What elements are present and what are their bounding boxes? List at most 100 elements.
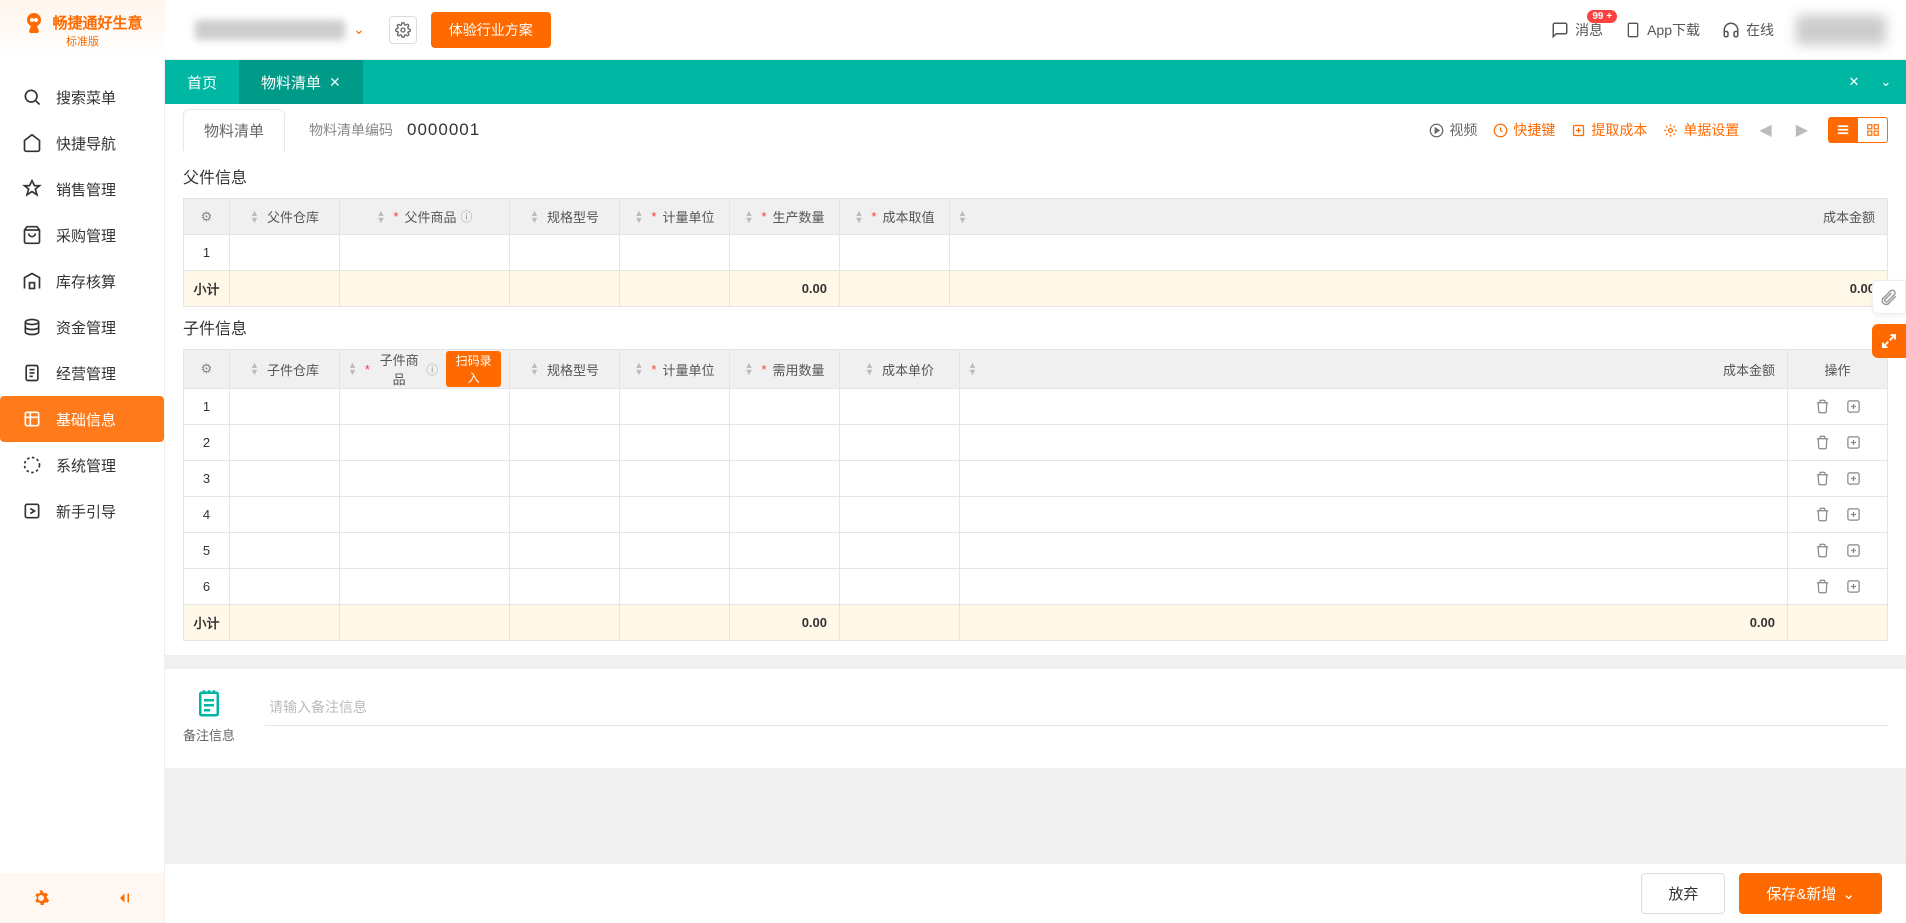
trial-button[interactable]: 体验行业方案 (431, 12, 551, 48)
sidebar-label: 快捷导航 (56, 133, 116, 154)
th-cost-amount[interactable]: ▲▼成本金额 (960, 350, 1788, 389)
video-link[interactable]: 视频 (1429, 120, 1477, 140)
bom-code-label: 物料清单编码 (309, 120, 393, 140)
close-icon[interactable]: ✕ (329, 74, 341, 91)
child-row[interactable]: 4 (184, 497, 1888, 533)
extract-cost-link[interactable]: 提取成本 (1571, 120, 1647, 140)
sidebar-item-sales[interactable]: 销售管理 (0, 166, 164, 212)
bom-code-value: 0000001 (407, 120, 480, 140)
th-unit-cost[interactable]: ▲▼成本单价 (840, 350, 960, 389)
save-add-button[interactable]: 保存&新增 ⌄ (1739, 873, 1882, 914)
th-cost-basis[interactable]: ▲▼*成本取值 (840, 199, 950, 235)
th-child-warehouse[interactable]: ▲▼子件仓库 (230, 350, 340, 389)
child-row[interactable]: 5 (184, 533, 1888, 569)
th-parent-product[interactable]: ▲▼*父件商品ⓘ (340, 199, 510, 235)
delete-row-icon[interactable] (1815, 507, 1830, 522)
page-footer: 放弃 保存&新增 ⌄ (165, 863, 1906, 923)
th-unit[interactable]: ▲▼*计量单位 (620, 350, 730, 389)
user-avatar-blurred[interactable] (1796, 15, 1886, 45)
th-child-product[interactable]: ▲▼*子件商品ⓘ扫码录入 (340, 350, 510, 389)
child-subtotal-qty: 0.00 (730, 605, 840, 641)
brand-sub: 标准版 (66, 33, 99, 49)
add-row-icon[interactable] (1846, 399, 1861, 414)
fullscreen-button[interactable] (1872, 324, 1906, 358)
child-row[interactable]: 2 (184, 425, 1888, 461)
brand-logo[interactable]: 畅捷通好生意 标准版 (0, 0, 165, 60)
org-selector[interactable]: ⌄ (195, 20, 375, 40)
sidebar-item-quicknav[interactable]: 快捷导航 (0, 120, 164, 166)
th-qty[interactable]: ▲▼*生产数量 (730, 199, 840, 235)
sidebar-item-search[interactable]: 搜索菜单 (0, 74, 164, 120)
th-gear[interactable]: ⚙ (184, 199, 230, 235)
sidebar-item-base-data[interactable]: 基础信息 (0, 396, 164, 442)
tab-dropdown-button[interactable]: ⌄ (1872, 68, 1900, 96)
system-icon (22, 455, 42, 475)
parent-row[interactable]: 1 (184, 235, 1888, 271)
view-list-button[interactable] (1828, 117, 1858, 143)
sidebar-item-business[interactable]: 经营管理 (0, 350, 164, 396)
note-icon (194, 689, 224, 719)
tab-close-all-button[interactable]: ✕ (1840, 68, 1868, 96)
tab-home[interactable]: 首页 (165, 60, 239, 104)
section-parent-heading: 父件信息 (183, 156, 1888, 198)
sidebar-item-guide[interactable]: 新手引导 (0, 488, 164, 534)
doc-settings-link[interactable]: 单据设置 (1663, 120, 1739, 140)
sidebar-label: 库存核算 (56, 271, 116, 292)
discard-button[interactable]: 放弃 (1641, 873, 1725, 914)
delete-row-icon[interactable] (1815, 435, 1830, 450)
bag-icon (22, 225, 42, 245)
support-link[interactable]: 在线 (1722, 20, 1774, 40)
row-num: 4 (184, 497, 230, 533)
header-center: ⌄ 体验行业方案 (165, 12, 1551, 48)
app-download-link[interactable]: App下载 (1625, 20, 1700, 40)
child-row[interactable]: 6 (184, 569, 1888, 605)
next-doc-button[interactable]: ▶ (1792, 120, 1812, 140)
header-settings-button[interactable] (389, 16, 417, 44)
sidebar-item-finance[interactable]: 资金管理 (0, 304, 164, 350)
prev-doc-button[interactable]: ◀ (1755, 120, 1775, 140)
th-need-qty[interactable]: ▲▼*需用数量 (730, 350, 840, 389)
add-row-icon[interactable] (1846, 435, 1861, 450)
remark-input[interactable] (265, 689, 1888, 726)
sales-icon (22, 179, 42, 199)
tab-bom[interactable]: 物料清单 ✕ (239, 60, 363, 104)
view-grid-button[interactable] (1858, 117, 1888, 143)
th-spec[interactable]: ▲▼规格型号 (510, 350, 620, 389)
child-row[interactable]: 1 (184, 389, 1888, 425)
sidebar-item-inventory[interactable]: 库存核算 (0, 258, 164, 304)
scan-input-badge[interactable]: 扫码录入 (446, 351, 501, 387)
delete-row-icon[interactable] (1815, 399, 1830, 414)
child-row[interactable]: 3 (184, 461, 1888, 497)
delete-row-icon[interactable] (1815, 543, 1830, 558)
th-cost-amount[interactable]: ▲▼成本金额 (950, 199, 1888, 235)
help-icon[interactable]: ⓘ (460, 208, 472, 225)
home-icon (22, 133, 42, 153)
footer-collapse-icon[interactable] (113, 889, 133, 907)
messages-link[interactable]: 消息 99 + (1551, 20, 1603, 40)
content-area: 首页 物料清单 ✕ ✕ ⌄ 物料清单 物料清单编码 0000001 (165, 60, 1906, 923)
child-subtotal-amount: 0.00 (960, 605, 1788, 641)
child-subtotal-row: 小计 0.00 0.00 (184, 605, 1888, 641)
th-spec[interactable]: ▲▼规格型号 (510, 199, 620, 235)
delete-row-icon[interactable] (1815, 579, 1830, 594)
section-child-heading: 子件信息 (183, 307, 1888, 349)
add-row-icon[interactable] (1846, 543, 1861, 558)
th-gear[interactable]: ⚙ (184, 350, 230, 389)
sidebar-item-purchase[interactable]: 采购管理 (0, 212, 164, 258)
parent-subtotal-row: 小计 0.00 0.00 (184, 271, 1888, 307)
add-row-icon[interactable] (1846, 471, 1861, 486)
footer-gear-icon[interactable] (32, 889, 50, 907)
data-icon (22, 409, 42, 429)
messages-label: 消息 (1575, 20, 1603, 40)
help-icon[interactable]: ⓘ (426, 361, 438, 378)
th-unit[interactable]: ▲▼*计量单位 (620, 199, 730, 235)
attachment-button[interactable] (1872, 280, 1906, 314)
add-row-icon[interactable] (1846, 579, 1861, 594)
th-parent-warehouse[interactable]: ▲▼父件仓库 (230, 199, 340, 235)
sidebar-item-system[interactable]: 系统管理 (0, 442, 164, 488)
sidebar-label: 系统管理 (56, 455, 116, 476)
delete-row-icon[interactable] (1815, 471, 1830, 486)
page-title-tab: 物料清单 (183, 109, 285, 151)
add-row-icon[interactable] (1846, 507, 1861, 522)
shortcut-link[interactable]: 快捷键 (1493, 120, 1555, 140)
